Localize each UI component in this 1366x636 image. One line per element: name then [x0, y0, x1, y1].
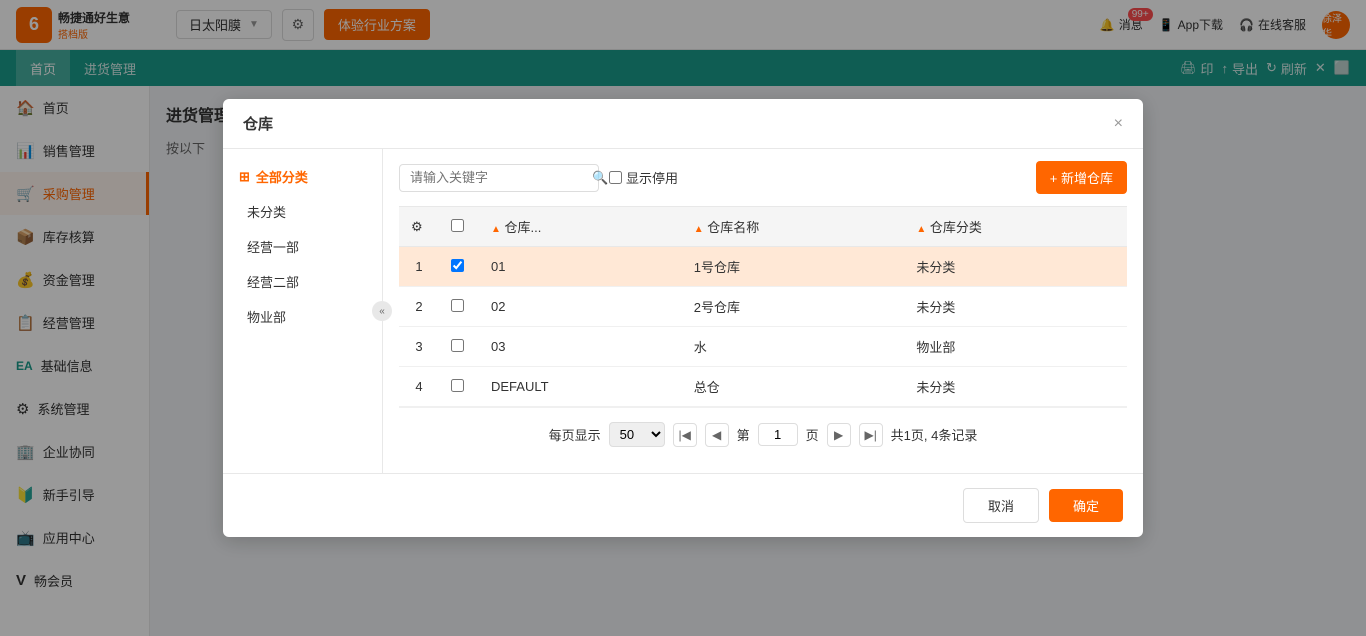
show-disabled-checkbox[interactable] — [609, 171, 622, 184]
row-name: 2号仓库 — [682, 287, 905, 327]
table-row[interactable]: 1 01 1号仓库 未分类 — [399, 247, 1127, 287]
row-num: 3 — [399, 327, 439, 367]
row-checkbox[interactable] — [439, 247, 479, 287]
settings-icon: ⚙ — [411, 219, 423, 234]
col-gear: ⚙ — [399, 207, 439, 247]
per-page-select[interactable]: 50 100 — [609, 422, 665, 447]
row-name: 水 — [682, 327, 905, 367]
modal-body: ⊞ 全部分类 未分类 经营一部 经营二部 物业部 « 🔍 — [223, 149, 1143, 473]
category-item-dept2[interactable]: 经营二部 — [223, 264, 382, 299]
col-category: ▲ 仓库分类 — [904, 207, 1127, 247]
row-code: 01 — [479, 247, 682, 287]
row-checkbox[interactable] — [439, 287, 479, 327]
row-category: 未分类 — [904, 287, 1127, 327]
select-all-checkbox[interactable] — [451, 219, 464, 232]
per-page-label: 每页显示 — [549, 425, 601, 444]
row-checkbox[interactable] — [439, 327, 479, 367]
table-row[interactable]: 2 02 2号仓库 未分类 — [399, 287, 1127, 327]
pagination: 每页显示 50 100 |◀ ◀ 第 页 ▶ ▶| 共1页, 4条记录 — [399, 407, 1127, 461]
row-category: 物业部 — [904, 327, 1127, 367]
row-category: 未分类 — [904, 247, 1127, 287]
category-item-unclassified[interactable]: 未分类 — [223, 194, 382, 229]
table-row[interactable]: 4 DEFAULT 总仓 未分类 — [399, 367, 1127, 407]
category-sidebar: ⊞ 全部分类 未分类 经营一部 经营二部 物业部 « — [223, 149, 383, 473]
table-header-row: ⚙ ▲ 仓库... ▲ 仓库名称 — [399, 207, 1127, 247]
row-code: 03 — [479, 327, 682, 367]
modal-header: 仓库 × — [223, 99, 1143, 149]
page-unit-label: 页 — [806, 425, 819, 444]
sort-icon: ▲ — [491, 224, 501, 235]
next-page-button[interactable]: ▶ — [827, 423, 851, 447]
row-num: 4 — [399, 367, 439, 407]
row-category: 未分类 — [904, 367, 1127, 407]
col-code: ▲ 仓库... — [479, 207, 682, 247]
modal-footer: 取消 确定 — [223, 473, 1143, 537]
row-checkbox[interactable] — [439, 367, 479, 407]
category-item-dept1[interactable]: 经营一部 — [223, 229, 382, 264]
row-code: 02 — [479, 287, 682, 327]
search-box: 🔍 — [399, 164, 599, 192]
modal-title: 仓库 — [243, 113, 273, 134]
modal-overlay[interactable]: 仓库 × ⊞ 全部分类 未分类 经营一部 经营二部 物业部 « — [0, 0, 1366, 636]
cancel-button[interactable]: 取消 — [963, 488, 1039, 523]
warehouse-table: ⚙ ▲ 仓库... ▲ 仓库名称 — [399, 206, 1127, 407]
first-page-button[interactable]: |◀ — [673, 423, 697, 447]
page-label: 第 — [737, 425, 750, 444]
table-row[interactable]: 3 03 水 物业部 — [399, 327, 1127, 367]
row-name: 总仓 — [682, 367, 905, 407]
row-num: 1 — [399, 247, 439, 287]
grid-icon: ⊞ — [239, 169, 250, 185]
sort-icon3: ▲ — [916, 224, 926, 235]
col-checkbox — [439, 207, 479, 247]
prev-page-button[interactable]: ◀ — [705, 423, 729, 447]
col-name: ▲ 仓库名称 — [682, 207, 905, 247]
row-name: 1号仓库 — [682, 247, 905, 287]
confirm-button[interactable]: 确定 — [1049, 489, 1123, 522]
row-num: 2 — [399, 287, 439, 327]
pagination-summary: 共1页, 4条记录 — [891, 425, 978, 444]
category-item-property[interactable]: 物业部 — [223, 299, 382, 334]
search-input[interactable] — [410, 170, 586, 185]
row-code: DEFAULT — [479, 367, 682, 407]
warehouse-modal: 仓库 × ⊞ 全部分类 未分类 经营一部 经营二部 物业部 « — [223, 99, 1143, 537]
add-warehouse-button[interactable]: + 新增仓库 — [1036, 161, 1127, 194]
sort-icon2: ▲ — [694, 224, 704, 235]
table-area: 🔍 显示停用 + 新增仓库 ⚙ — [383, 149, 1143, 473]
table-wrapper: ⚙ ▲ 仓库... ▲ 仓库名称 — [399, 206, 1127, 407]
last-page-button[interactable]: ▶| — [859, 423, 883, 447]
collapse-sidebar-button[interactable]: « — [372, 301, 392, 321]
category-all-header[interactable]: ⊞ 全部分类 — [223, 159, 382, 194]
table-toolbar: 🔍 显示停用 + 新增仓库 — [399, 161, 1127, 194]
modal-close-button[interactable]: × — [1114, 115, 1123, 133]
show-disabled-label: 显示停用 — [609, 168, 678, 187]
page-number-input[interactable] — [758, 423, 798, 446]
search-icon: 🔍 — [592, 170, 608, 186]
